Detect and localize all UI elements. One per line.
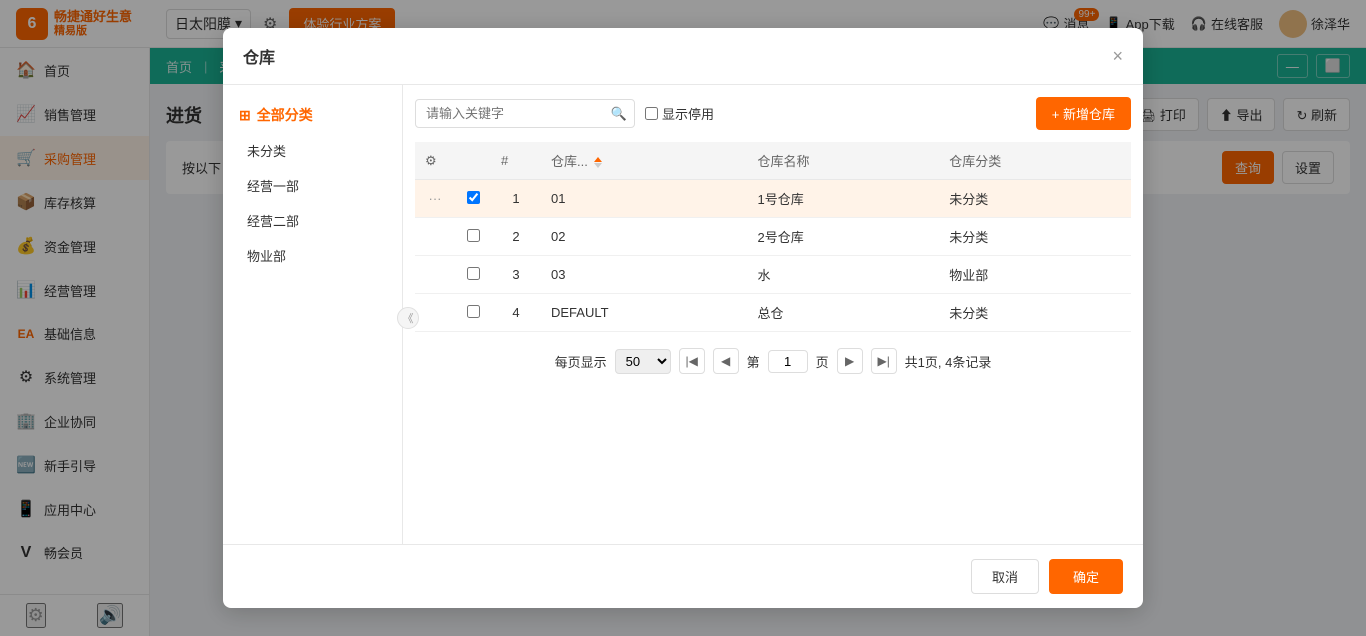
col-code[interactable]: 仓库... (541, 142, 748, 180)
row-num: 1 (491, 180, 541, 218)
next-page-button[interactable]: ▶ (837, 348, 863, 374)
warehouse-modal: 仓库 × ⊞ 全部分类 未分类 经营一部 经营二部 物业部 《 (223, 28, 1143, 608)
search-input[interactable] (415, 99, 635, 128)
sort-code-icon (594, 157, 602, 168)
row-category: 物业部 (939, 256, 1131, 294)
col-settings[interactable]: ⚙ (415, 142, 455, 180)
warehouse-table: ⚙ # 仓库... 仓库名称 仓库分类 (415, 142, 1131, 332)
category-item-ops1[interactable]: 经营一部 (223, 168, 402, 203)
prev-page-button[interactable]: ◀ (713, 348, 739, 374)
row-checkbox-cell[interactable] (455, 256, 491, 294)
row-checkbox-cell[interactable] (455, 294, 491, 332)
row-checkbox-cell[interactable] (455, 218, 491, 256)
col-name: 仓库名称 (748, 142, 940, 180)
row-actions (415, 294, 455, 332)
row-checkbox[interactable] (467, 191, 480, 204)
col-check (455, 142, 491, 180)
table-row[interactable]: 2 02 2号仓库 未分类 (415, 218, 1131, 256)
row-name: 水 (748, 256, 940, 294)
modal-category-sidebar: ⊞ 全部分类 未分类 经营一部 经营二部 物业部 (223, 85, 403, 544)
row-checkbox-cell[interactable] (455, 180, 491, 218)
add-warehouse-button[interactable]: + 新增仓库 (1036, 97, 1131, 130)
show-disabled-label[interactable]: 显示停用 (645, 104, 714, 123)
row-num: 3 (491, 256, 541, 294)
first-page-button[interactable]: |◀ (679, 348, 705, 374)
category-item-property[interactable]: 物业部 (223, 238, 402, 273)
row-checkbox[interactable] (467, 229, 480, 242)
row-category: 未分类 (939, 218, 1131, 256)
per-page-select[interactable]: 50 100 (615, 349, 671, 374)
col-category: 仓库分类 (939, 142, 1131, 180)
table-row[interactable]: ··· 1 01 1号仓库 未分类 (415, 180, 1131, 218)
search-icon[interactable]: 🔍 (611, 106, 627, 122)
row-category: 未分类 (939, 294, 1131, 332)
pagination: 每页显示 50 100 |◀ ◀ 第 页 ▶ ▶| 共1页, 4条记录 (415, 332, 1131, 382)
row-more-icon[interactable]: ··· (429, 191, 442, 206)
row-actions: ··· (415, 180, 455, 218)
row-code: 01 (541, 180, 748, 218)
table-row[interactable]: 3 03 水 物业部 (415, 256, 1131, 294)
confirm-button[interactable]: 确定 (1049, 559, 1123, 594)
modal-overlay: 仓库 × ⊞ 全部分类 未分类 经营一部 经营二部 物业部 《 (0, 0, 1366, 636)
row-actions (415, 218, 455, 256)
cancel-button[interactable]: 取消 (971, 559, 1039, 594)
modal-toolbar: 🔍 显示停用 + 新增仓库 (415, 97, 1131, 130)
last-page-button[interactable]: ▶| (871, 348, 897, 374)
category-item-ops2[interactable]: 经营二部 (223, 203, 402, 238)
row-num: 4 (491, 294, 541, 332)
table-row[interactable]: 4 DEFAULT 总仓 未分类 (415, 294, 1131, 332)
modal-header: 仓库 × (223, 28, 1143, 85)
col-num: # (491, 142, 541, 180)
row-actions (415, 256, 455, 294)
row-code: DEFAULT (541, 294, 748, 332)
row-num: 2 (491, 218, 541, 256)
row-name: 总仓 (748, 294, 940, 332)
row-code: 02 (541, 218, 748, 256)
row-code: 03 (541, 256, 748, 294)
row-checkbox[interactable] (467, 305, 480, 318)
modal-footer: 取消 确定 (223, 544, 1143, 608)
row-name: 2号仓库 (748, 218, 940, 256)
row-name: 1号仓库 (748, 180, 940, 218)
modal-table-area: 🔍 显示停用 + 新增仓库 ⚙ # (403, 85, 1143, 544)
sidebar-collapse-button[interactable]: 《 (397, 307, 419, 329)
row-checkbox[interactable] (467, 267, 480, 280)
row-category: 未分类 (939, 180, 1131, 218)
all-categories-header[interactable]: ⊞ 全部分类 (223, 97, 402, 133)
category-item-unclassified[interactable]: 未分类 (223, 133, 402, 168)
modal-body: ⊞ 全部分类 未分类 经营一部 经营二部 物业部 《 🔍 (223, 85, 1143, 544)
modal-title: 仓库 (243, 44, 275, 68)
search-input-wrap: 🔍 (415, 99, 635, 128)
show-disabled-checkbox[interactable] (645, 107, 658, 120)
page-input[interactable] (768, 350, 808, 373)
modal-close-button[interactable]: × (1112, 46, 1123, 67)
